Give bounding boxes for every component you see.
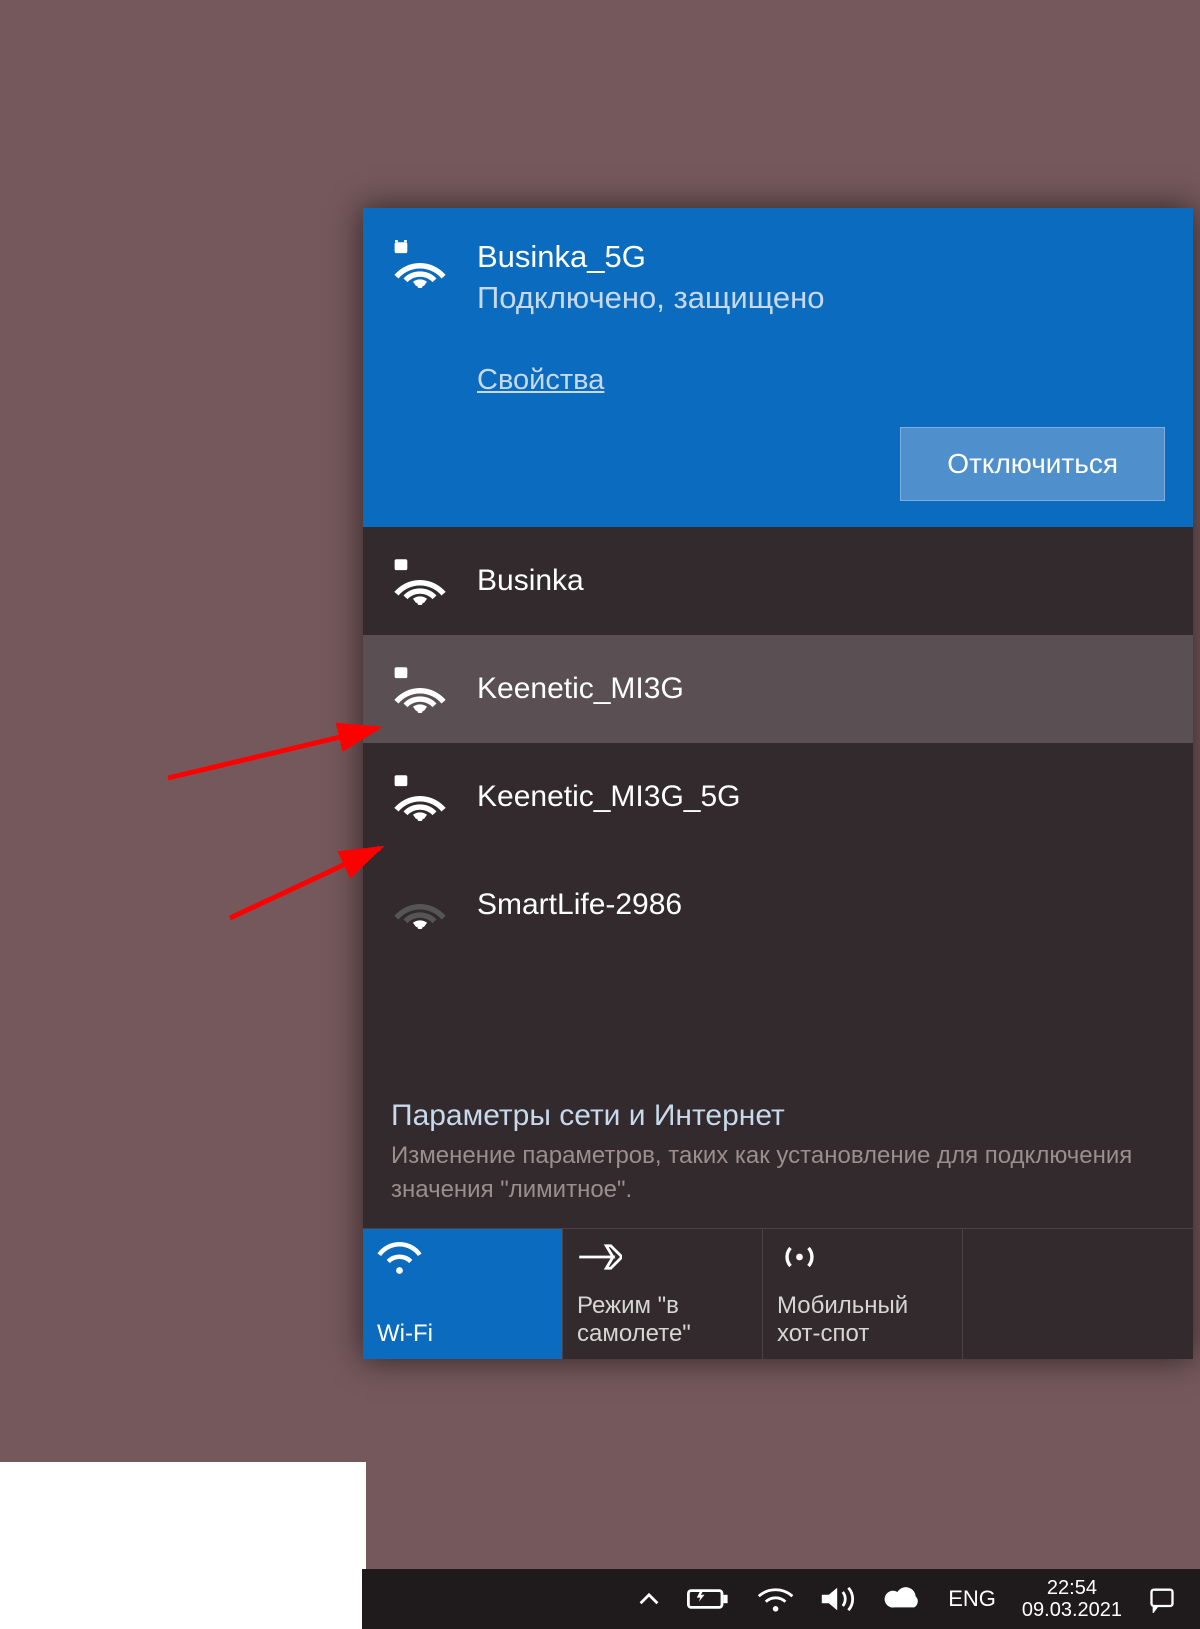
wifi-icon[interactable] — [756, 1585, 795, 1613]
notification-icon[interactable] — [1148, 1585, 1176, 1613]
language-indicator[interactable]: ENG — [948, 1586, 996, 1612]
wifi-secure-icon — [391, 240, 449, 288]
wifi-secure-icon — [391, 773, 449, 821]
network-item-keenetic-mi3g[interactable]: Keenetic_MI3G — [363, 635, 1193, 743]
cloud-icon[interactable] — [882, 1585, 924, 1613]
taskbar: ENG 22:54 09.03.2021 — [362, 1569, 1200, 1629]
wifi-secure-icon — [391, 665, 449, 713]
chevron-up-icon[interactable] — [635, 1585, 663, 1613]
time: 22:54 — [1022, 1577, 1122, 1599]
active-network[interactable]: Businka_5G Подключено, защищено Свойства… — [363, 208, 1193, 527]
disconnect-button[interactable]: Отключиться — [900, 427, 1165, 501]
network-name: Keenetic_MI3G — [477, 672, 684, 706]
quick-action-tiles: Wi-Fi Режим "в самолете" Мобильный хот-с… — [363, 1228, 1193, 1359]
tile-label: Wi-Fi — [377, 1320, 548, 1349]
network-flyout: Businka_5G Подключено, защищено Свойства… — [363, 208, 1193, 1359]
active-network-status: Подключено, защищено — [477, 280, 1165, 316]
tile-airplane-mode[interactable]: Режим "в самолете" — [563, 1229, 763, 1359]
clock[interactable]: 22:54 09.03.2021 — [1022, 1577, 1122, 1621]
network-settings-description: Изменение параметров, таких как установл… — [363, 1133, 1193, 1228]
network-name: Keenetic_MI3G_5G — [477, 780, 740, 814]
date: 09.03.2021 — [1022, 1599, 1122, 1621]
tile-wifi[interactable]: Wi-Fi — [363, 1229, 563, 1359]
network-item-smartlife[interactable]: SmartLife-2986 — [363, 851, 1193, 959]
network-name: Businka — [477, 564, 584, 598]
wifi-open-icon — [391, 881, 449, 929]
tile-label: Мобильный хот-спот — [777, 1292, 948, 1350]
wifi-secure-icon — [391, 557, 449, 605]
network-item-keenetic-mi3g-5g[interactable]: Keenetic_MI3G_5G — [363, 743, 1193, 851]
active-network-name: Businka_5G — [477, 240, 1165, 274]
tile-mobile-hotspot[interactable]: Мобильный хот-спот — [763, 1229, 963, 1359]
battery-charging-icon[interactable] — [687, 1585, 732, 1613]
network-name: SmartLife-2986 — [477, 888, 682, 922]
airplane-icon — [577, 1239, 748, 1279]
tile-label: Режим "в самолете" — [577, 1292, 748, 1350]
properties-link[interactable]: Свойства — [477, 364, 604, 397]
hotspot-icon — [777, 1239, 948, 1279]
volume-icon[interactable] — [819, 1585, 858, 1613]
white-bottom-strip — [0, 1462, 366, 1629]
network-item-businka[interactable]: Businka — [363, 527, 1193, 635]
wifi-icon — [377, 1239, 548, 1279]
network-settings-heading[interactable]: Параметры сети и Интернет — [363, 1099, 1193, 1133]
